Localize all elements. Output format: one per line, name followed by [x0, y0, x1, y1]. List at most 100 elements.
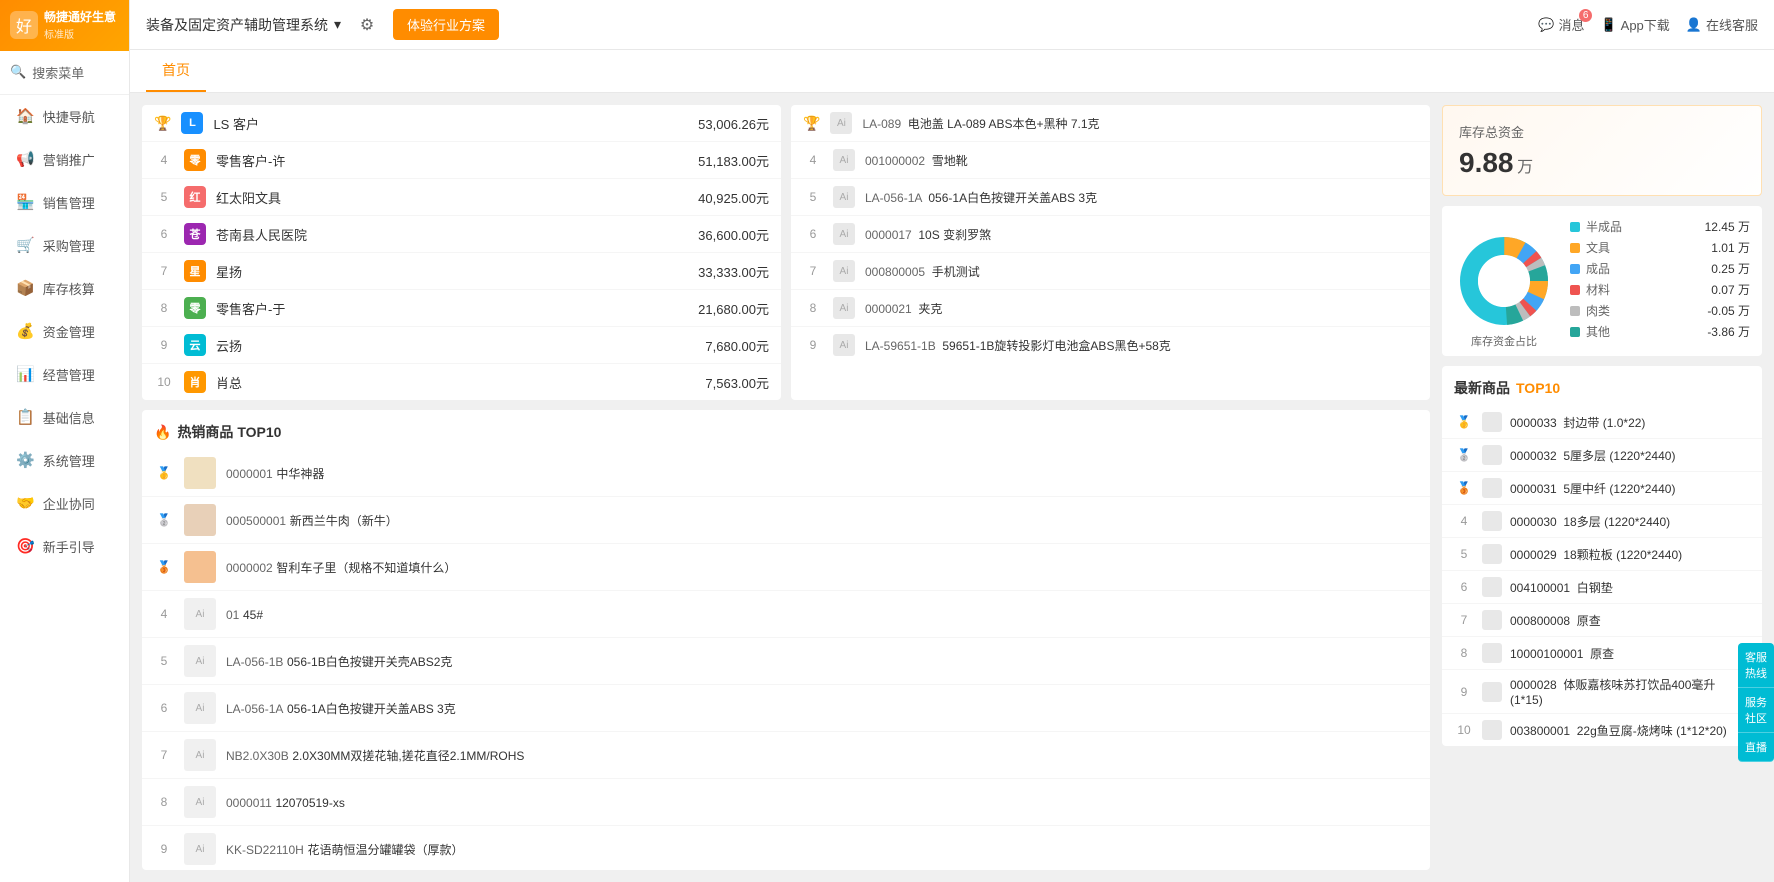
sidebar-item-collab[interactable]: 🤝 企业协同 — [0, 482, 129, 525]
medal-icon: 🏆 — [803, 115, 820, 132]
customer-name: 星扬 — [216, 262, 688, 281]
product-image — [1482, 478, 1502, 498]
hot-products-card: 🔥 热销商品 TOP10 🥇 0000001 中华神器 🥈 — [142, 410, 1430, 870]
nav-icon-finance: 💰 — [16, 322, 35, 340]
nav-icon-collab: 🤝 — [16, 494, 35, 512]
rank-num: 6 — [154, 701, 174, 715]
sidebar-search-area[interactable]: 🔍 搜索菜单 — [0, 51, 129, 95]
legend-value: 1.01 万 — [1711, 239, 1750, 256]
rank-num: 5 — [154, 654, 174, 668]
chart-container: 库存资金占比 半成品 12.45 万 文具 1.01 万 — [1454, 218, 1750, 344]
rank-num: 9 — [154, 842, 174, 856]
customer-amount: 7,563.00元 — [705, 373, 769, 392]
new-products-header: 最新商品 TOP10 — [1442, 366, 1762, 406]
sidebar-item-system[interactable]: ⚙️ 系统管理 — [0, 439, 129, 482]
sidebar-item-purchase[interactable]: 🛒 采购管理 — [0, 224, 129, 267]
customer-name: 云扬 — [216, 336, 695, 355]
top-header: 装备及固定资产辅助管理系统 ▾ ⚙ 体验行业方案 💬 消息 6 📱 App下载 … — [130, 0, 1774, 50]
rank-num: 6 — [154, 227, 174, 241]
list-item: 7 000800008 原查 — [1442, 604, 1762, 637]
avatar: 零 — [184, 297, 206, 319]
product-image — [1482, 544, 1502, 564]
product-info: 000500001 新西兰牛肉（新牛） — [226, 512, 1418, 529]
rank-num: 7 — [1454, 613, 1474, 627]
rank-num: 4 — [803, 153, 823, 167]
list-item: 6 004100001 白钢垫 — [1442, 571, 1762, 604]
list-item: 5 Ai LA-056-1B 056-1B白色按键开关壳ABS2克 — [142, 638, 1430, 685]
sidebar-item-basics[interactable]: 📋 基础信息 — [0, 396, 129, 439]
sidebar-item-inventory[interactable]: 📦 库存核算 — [0, 267, 129, 310]
tab-home[interactable]: 首页 — [146, 50, 206, 92]
notification-button[interactable]: 💬 消息 6 — [1538, 15, 1584, 34]
live-button[interactable]: 直播 — [1738, 733, 1774, 762]
rank-num: 6 — [1454, 580, 1474, 594]
app-download-button[interactable]: 📱 App下载 — [1600, 15, 1669, 34]
prod-info: 000800005 手机测试 — [865, 263, 1418, 280]
hot-products-header: 🔥 热销商品 TOP10 — [142, 410, 1430, 450]
list-item: 4 Ai 01 45# — [142, 591, 1430, 638]
sidebar-item-guide[interactable]: 🎯 新手引导 — [0, 525, 129, 568]
customer-amount: 51,183.00元 — [698, 151, 769, 170]
nav-label-quick: 快捷导航 — [43, 107, 95, 126]
product-info: 003800001 22g鱼豆腐-烧烤味 (1*12*20) — [1510, 722, 1750, 739]
rank-num: 7 — [803, 264, 823, 278]
list-item: 9 Ai KK-SD22110H 花语萌恒温分罐罐袋（厚款） — [142, 826, 1430, 870]
rank-num: 5 — [1454, 547, 1474, 561]
avatar: 云 — [184, 334, 206, 356]
list-item: 🥇 0000033 封边带 (1.0*22) — [1442, 406, 1762, 439]
system-selector[interactable]: 装备及固定资产辅助管理系统 ▾ — [146, 15, 341, 35]
sidebar: 好 畅捷通好生意 标准版 🔍 搜索菜单 🏠 快捷导航 📢 营销推广 🏪 销售管理… — [0, 0, 130, 882]
legend-value: -3.86 万 — [1707, 323, 1750, 340]
rank-num: 🥈 — [154, 513, 174, 527]
sidebar-item-finance[interactable]: 💰 资金管理 — [0, 310, 129, 353]
legend-item: 文具 1.01 万 — [1570, 239, 1750, 256]
sidebar-item-operations[interactable]: 📊 经营管理 — [0, 353, 129, 396]
community-button[interactable]: 服务社区 — [1738, 688, 1774, 733]
legend-dot — [1570, 243, 1580, 253]
nav-label-inventory: 库存核算 — [43, 279, 95, 298]
legend-name: 成品 — [1586, 260, 1705, 277]
nav-icon-marketing: 📢 — [16, 150, 35, 168]
sidebar-item-sales[interactable]: 🏪 销售管理 — [0, 181, 129, 224]
product-info: 0000030 18多层 (1220*2440) — [1510, 513, 1750, 530]
product-info: LA-056-1B 056-1B白色按键开关壳ABS2克 — [226, 653, 1418, 670]
list-item: 🥈 0000032 5厘多层 (1220*2440) — [1442, 439, 1762, 472]
customer-name: LS 客户 — [213, 114, 688, 133]
product-info: 0000032 5厘多层 (1220*2440) — [1510, 447, 1750, 464]
sidebar-item-marketing[interactable]: 📢 营销推广 — [0, 138, 129, 181]
search-label: 搜索菜单 — [32, 63, 84, 82]
settings-button[interactable]: ⚙ — [353, 11, 381, 39]
rank-num: 9 — [154, 338, 174, 352]
nav-label-operations: 经营管理 — [43, 365, 95, 384]
sidebar-item-quick-nav[interactable]: 🏠 快捷导航 — [0, 95, 129, 138]
rank-num: 9 — [803, 338, 823, 352]
new-products-title: 最新商品 — [1454, 378, 1510, 398]
rank-num: 5 — [803, 190, 823, 204]
rank-num: 🥇 — [154, 466, 174, 480]
logo-icon: 好 — [10, 11, 38, 39]
product-image — [184, 504, 216, 536]
rank-num: 8 — [154, 795, 174, 809]
header-right: 💬 消息 6 📱 App下载 👤 在线客服 — [1538, 15, 1758, 34]
customer-service-button[interactable]: 客服热线 — [1738, 643, 1774, 688]
table-row: 8 Ai 0000021 夹克 — [791, 290, 1430, 327]
rank-icon: 🥈 — [1454, 448, 1474, 462]
product-info: 004100001 白钢垫 — [1510, 579, 1750, 596]
trial-button[interactable]: 体验行业方案 — [393, 9, 499, 40]
rank-num: 🥉 — [154, 560, 174, 574]
avatar: 红 — [184, 186, 206, 208]
nav-label-sales: 销售管理 — [43, 193, 95, 212]
online-service-button[interactable]: 👤 在线客服 — [1686, 15, 1758, 34]
product-image — [1482, 610, 1502, 630]
search-menu-button[interactable]: 🔍 搜索菜单 — [10, 59, 119, 86]
table-row: 🏆 L LS 客户 53,006.26元 — [142, 105, 781, 142]
product-info: 0000031 5厘中纤 (1220*2440) — [1510, 480, 1750, 497]
app-logo: 好 畅捷通好生意 标准版 — [0, 0, 129, 51]
product-image — [184, 457, 216, 489]
table-row: 7 Ai 000800005 手机测试 — [791, 253, 1430, 290]
legend-value: 0.25 万 — [1711, 260, 1750, 277]
legend-item: 成品 0.25 万 — [1570, 260, 1750, 277]
customer-name: 肖总 — [216, 373, 695, 392]
list-item: 🥉 0000031 5厘中纤 (1220*2440) — [1442, 472, 1762, 505]
product-info: 01 45# — [226, 607, 1418, 622]
